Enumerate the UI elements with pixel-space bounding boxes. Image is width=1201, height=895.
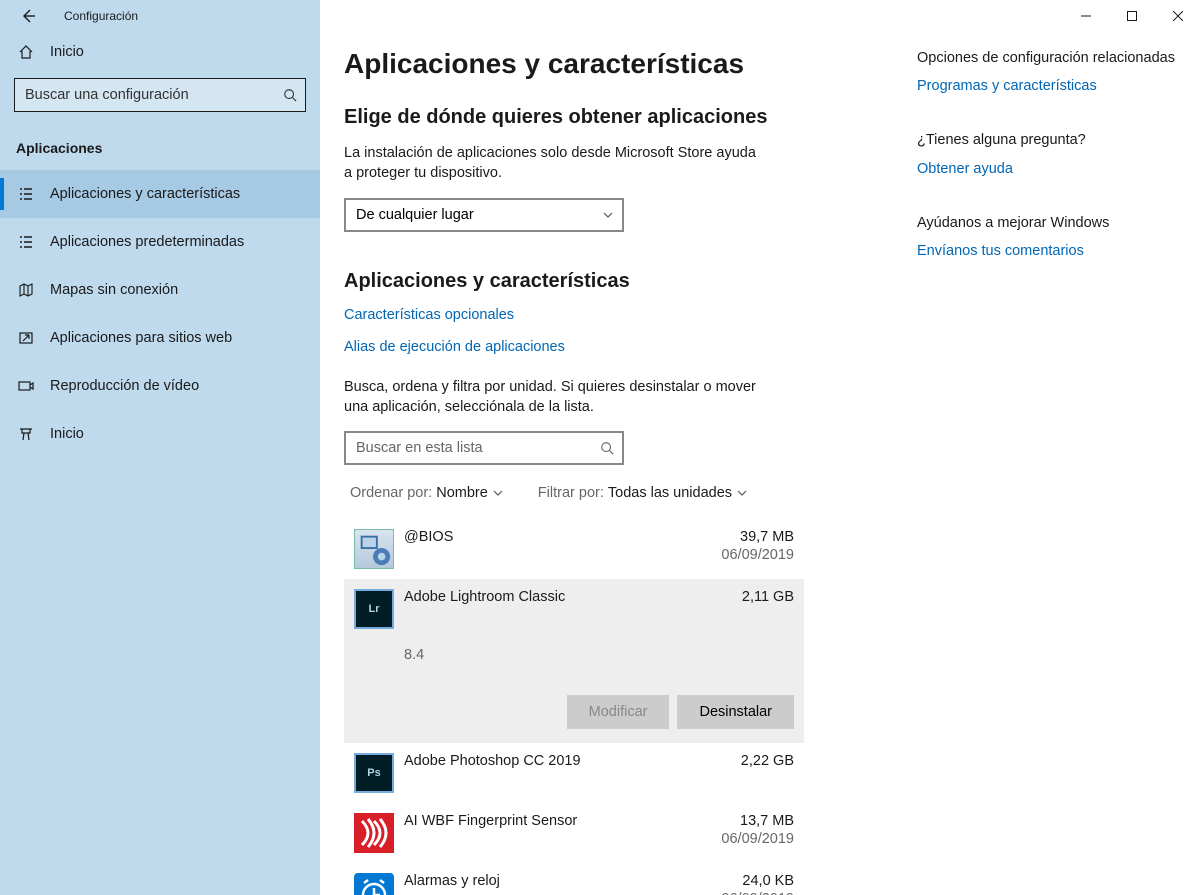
nav-apps-websites[interactable]: Aplicaciones para sitios web	[0, 314, 320, 362]
app-icon	[354, 813, 394, 853]
nav-video-playback[interactable]: Reproducción de vídeo	[0, 362, 320, 410]
home-nav[interactable]: Inicio	[0, 32, 320, 70]
map-icon	[16, 282, 36, 298]
app-name: Adobe Photoshop CC 2019	[404, 753, 581, 769]
app-version: 8.4	[404, 647, 794, 663]
execution-alias-link[interactable]: Alias de ejecución de aplicaciones	[344, 339, 889, 355]
search-wrap	[0, 70, 320, 112]
maximize-icon	[1127, 11, 1137, 21]
sidebar: Configuración Inicio Aplicaciones Aplica…	[0, 0, 320, 895]
nav-offline-maps[interactable]: Mapas sin conexión	[0, 266, 320, 314]
app-icon: Lr	[354, 589, 394, 629]
back-button[interactable]	[16, 4, 40, 28]
filter-label: Filtrar por:	[538, 485, 604, 501]
nav-label: Reproducción de vídeo	[50, 378, 199, 394]
app-date: 06/09/2019	[721, 831, 794, 847]
search-icon	[275, 88, 305, 102]
search-icon	[592, 441, 622, 455]
app-actions: Modificar Desinstalar	[354, 695, 794, 729]
related-heading: Opciones de configuración relacionadas	[917, 48, 1177, 68]
minimize-button[interactable]	[1063, 0, 1109, 32]
content-sidebar: Opciones de configuración relacionadas P…	[917, 48, 1177, 895]
dropdown-value: De cualquier lugar	[356, 207, 474, 223]
app-list-search[interactable]	[344, 431, 624, 465]
settings-search[interactable]	[14, 78, 306, 112]
uninstall-button[interactable]: Desinstalar	[677, 695, 794, 729]
app-item-fingerprint[interactable]: AI WBF Fingerprint Sensor 13,7 MB 06/09/…	[344, 803, 804, 863]
chevron-down-icon	[492, 487, 504, 499]
app-name: Adobe Lightroom Classic	[404, 589, 565, 605]
app-icon: Ps	[354, 753, 394, 793]
chevron-down-icon	[602, 209, 614, 221]
arrow-left-icon	[20, 8, 36, 24]
sort-filter-row: Ordenar por: Nombre Filtrar por: Todas l…	[344, 485, 889, 501]
app-date: 06/09/2019	[721, 891, 794, 895]
app-name: Alarmas y reloj	[404, 873, 538, 889]
app-item-alarms[interactable]: Alarmas y reloj Microsoft Corporation 24…	[344, 863, 804, 895]
modify-button: Modificar	[567, 695, 670, 729]
nav-default-apps[interactable]: Aplicaciones predeterminadas	[0, 218, 320, 266]
app-item-bios[interactable]: @BIOS 39,7 MB 06/09/2019	[344, 519, 804, 579]
window-title: Configuración	[64, 9, 138, 23]
apps-section-heading: Aplicaciones y características	[344, 270, 889, 293]
close-icon	[1173, 11, 1183, 21]
sort-value: Nombre	[436, 485, 488, 501]
nav-label: Aplicaciones y características	[50, 186, 240, 202]
app-date: 06/09/2019	[721, 547, 794, 563]
app-icon	[354, 873, 394, 895]
nav-label: Aplicaciones predeterminadas	[50, 234, 244, 250]
app-name: AI WBF Fingerprint Sensor	[404, 813, 577, 829]
app-size: 2,11 GB	[742, 589, 794, 605]
choose-source-desc: La instalación de aplicaciones solo desd…	[344, 143, 764, 184]
nav-label: Aplicaciones para sitios web	[50, 330, 232, 346]
feedback-link[interactable]: Envíanos tus comentarios	[917, 243, 1177, 259]
app-size: 13,7 MB	[721, 813, 794, 829]
page-title: Aplicaciones y características	[344, 48, 889, 80]
list-icon	[16, 186, 36, 202]
nav-label: Inicio	[50, 426, 84, 442]
get-help-link[interactable]: Obtener ayuda	[917, 161, 1177, 177]
home-icon	[16, 44, 36, 60]
nav-startup[interactable]: Inicio	[0, 410, 320, 458]
defaults-icon	[16, 234, 36, 250]
chevron-down-icon	[736, 487, 748, 499]
app-list-search-input[interactable]	[346, 440, 592, 456]
content-main: Aplicaciones y características Elige de …	[344, 48, 889, 895]
link-icon	[16, 330, 36, 346]
main: Aplicaciones y características Elige de …	[320, 0, 1201, 895]
sort-control[interactable]: Ordenar por: Nombre	[350, 485, 504, 501]
startup-icon	[16, 426, 36, 442]
app-size: 24,0 KB	[721, 873, 794, 889]
filter-value: Todas las unidades	[608, 485, 732, 501]
list-desc: Busca, ordena y filtra por unidad. Si qu…	[344, 377, 774, 418]
sort-label: Ordenar por:	[350, 485, 432, 501]
close-button[interactable]	[1155, 0, 1201, 32]
app-list: @BIOS 39,7 MB 06/09/2019 Lr Adobe Lightr…	[344, 519, 804, 895]
maximize-button[interactable]	[1109, 0, 1155, 32]
titlebar: Configuración	[0, 0, 320, 32]
app-icon	[354, 529, 394, 569]
question-heading: ¿Tienes alguna pregunta?	[917, 130, 1177, 150]
home-label: Inicio	[50, 44, 84, 60]
app-size: 39,7 MB	[721, 529, 794, 545]
choose-source-heading: Elige de dónde quieres obtener aplicacio…	[344, 106, 889, 129]
nav-section-title: Aplicaciones	[0, 112, 320, 170]
app-item-photoshop[interactable]: Ps Adobe Photoshop CC 2019 2,22 GB	[344, 743, 804, 803]
optional-features-link[interactable]: Características opcionales	[344, 307, 889, 323]
nav-apps-features[interactable]: Aplicaciones y características	[0, 170, 320, 218]
settings-search-input[interactable]	[15, 87, 275, 103]
improve-heading: Ayúdanos a mejorar Windows	[917, 213, 1177, 233]
app-name: @BIOS	[404, 529, 453, 545]
app-source-dropdown[interactable]: De cualquier lugar	[344, 198, 624, 232]
video-icon	[16, 378, 36, 394]
minimize-icon	[1081, 11, 1091, 21]
programs-features-link[interactable]: Programas y características	[917, 78, 1177, 94]
filter-control[interactable]: Filtrar por: Todas las unidades	[538, 485, 748, 501]
content: Aplicaciones y características Elige de …	[320, 32, 1201, 895]
window-controls	[320, 0, 1201, 32]
nav-label: Mapas sin conexión	[50, 282, 178, 298]
app-size: 2,22 GB	[741, 753, 794, 769]
nav-list: Aplicaciones y características Aplicacio…	[0, 170, 320, 458]
app-item-lightroom[interactable]: Lr Adobe Lightroom Classic 2,11 GB 8.4 M…	[344, 579, 804, 743]
